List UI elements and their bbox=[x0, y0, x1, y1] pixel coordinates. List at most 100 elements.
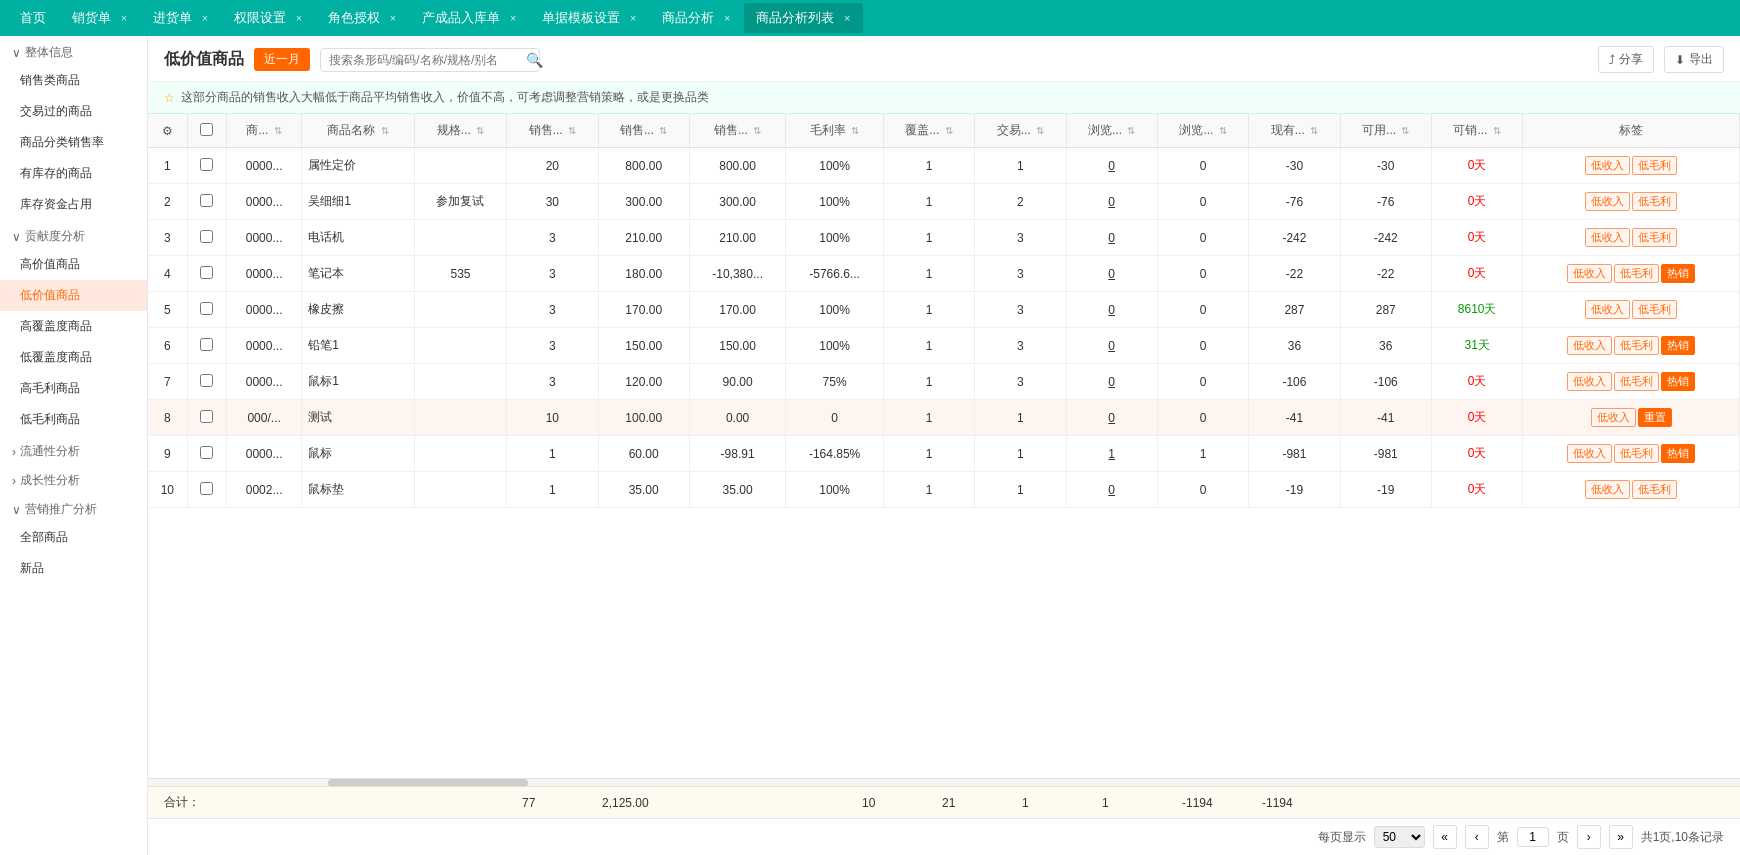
row-check-5[interactable] bbox=[200, 338, 213, 351]
tag-热销[interactable]: 热销 bbox=[1661, 444, 1695, 463]
tag-低毛利[interactable]: 低毛利 bbox=[1632, 300, 1677, 319]
tag-低收入[interactable]: 低收入 bbox=[1585, 300, 1630, 319]
tag-低收入[interactable]: 低收入 bbox=[1591, 408, 1636, 427]
views1-value[interactable]: 0 bbox=[1108, 195, 1115, 209]
select-all-checkbox[interactable] bbox=[200, 123, 213, 136]
col-sales-amt[interactable]: 销售... ⇅ bbox=[598, 114, 689, 148]
row-check-8[interactable] bbox=[200, 446, 213, 459]
next-page-button[interactable]: › bbox=[1577, 825, 1601, 849]
tag-低毛利[interactable]: 低毛利 bbox=[1614, 372, 1659, 391]
horizontal-scrollbar[interactable] bbox=[148, 778, 1740, 786]
share-button[interactable]: ⤴ 分享 bbox=[1598, 46, 1654, 73]
tag-低收入[interactable]: 低收入 bbox=[1585, 192, 1630, 211]
sidebar-item-low-margin[interactable]: 低毛利商品 bbox=[0, 404, 147, 435]
col-trades[interactable]: 交易... ⇅ bbox=[975, 114, 1066, 148]
sidebar-group-general[interactable]: ∨ 整体信息 bbox=[0, 36, 147, 65]
nav-home[interactable]: 首页 bbox=[8, 3, 58, 33]
tag-低收入[interactable]: 低收入 bbox=[1585, 228, 1630, 247]
row-check-6[interactable] bbox=[200, 374, 213, 387]
sidebar-item-high-margin[interactable]: 高毛利商品 bbox=[0, 373, 147, 404]
close-sales-icon[interactable]: × bbox=[121, 12, 127, 24]
row-views1[interactable]: 0 bbox=[1066, 400, 1157, 436]
col-coverage[interactable]: 覆盖... ⇅ bbox=[883, 114, 974, 148]
col-current-stock[interactable]: 现有... ⇅ bbox=[1249, 114, 1340, 148]
sidebar-item-new-products[interactable]: 新品 bbox=[0, 553, 147, 584]
col-code[interactable]: 商... ⇅ bbox=[227, 114, 302, 148]
tag-低收入[interactable]: 低收入 bbox=[1567, 444, 1612, 463]
row-checkbox[interactable] bbox=[187, 292, 226, 328]
sidebar-item-low-value[interactable]: 低价值商品 bbox=[0, 280, 147, 311]
nav-production[interactable]: 产成品入库单 × bbox=[410, 3, 528, 33]
close-roles-icon[interactable]: × bbox=[390, 12, 396, 24]
sidebar-item-high-coverage[interactable]: 高覆盖度商品 bbox=[0, 311, 147, 342]
views1-value[interactable]: 0 bbox=[1108, 231, 1115, 245]
tag-低毛利[interactable]: 低毛利 bbox=[1614, 336, 1659, 355]
col-name[interactable]: 商品名称 ⇅ bbox=[302, 114, 415, 148]
close-production-icon[interactable]: × bbox=[510, 12, 516, 24]
tag-热销[interactable]: 热销 bbox=[1661, 336, 1695, 355]
close-analysis-icon[interactable]: × bbox=[724, 12, 730, 24]
tag-低收入[interactable]: 低收入 bbox=[1585, 480, 1630, 499]
row-checkbox[interactable] bbox=[187, 364, 226, 400]
views1-value[interactable]: 1 bbox=[1108, 447, 1115, 461]
views1-value[interactable]: 0 bbox=[1108, 375, 1115, 389]
tag-低收入[interactable]: 低收入 bbox=[1567, 336, 1612, 355]
row-check-2[interactable] bbox=[200, 230, 213, 243]
nav-permissions[interactable]: 权限设置 × bbox=[222, 3, 314, 33]
nav-sales[interactable]: 销货单 × bbox=[60, 3, 139, 33]
col-margin[interactable]: 毛利率 ⇅ bbox=[786, 114, 883, 148]
sidebar-group-growth[interactable]: › 成长性分析 bbox=[0, 464, 147, 493]
sidebar-group-marketing[interactable]: ∨ 营销推广分析 bbox=[0, 493, 147, 522]
row-views1[interactable]: 0 bbox=[1066, 184, 1157, 220]
row-check-7[interactable] bbox=[200, 410, 213, 423]
sidebar-item-high-value[interactable]: 高价值商品 bbox=[0, 249, 147, 280]
first-page-button[interactable]: « bbox=[1433, 825, 1457, 849]
nav-templates[interactable]: 单据模板设置 × bbox=[530, 3, 648, 33]
row-check-9[interactable] bbox=[200, 482, 213, 495]
row-check-4[interactable] bbox=[200, 302, 213, 315]
tag-低毛利[interactable]: 低毛利 bbox=[1614, 264, 1659, 283]
sidebar-item-sales-products[interactable]: 销售类商品 bbox=[0, 65, 147, 96]
last-page-button[interactable]: » bbox=[1609, 825, 1633, 849]
col-sales-profit[interactable]: 销售... ⇅ bbox=[689, 114, 785, 148]
prev-page-button[interactable]: ‹ bbox=[1465, 825, 1489, 849]
row-views1[interactable]: 0 bbox=[1066, 220, 1157, 256]
nav-analysis-list[interactable]: 商品分析列表 × bbox=[744, 3, 862, 33]
page-size-select[interactable]: 50 100 200 bbox=[1374, 826, 1425, 848]
views1-value[interactable]: 0 bbox=[1108, 267, 1115, 281]
tag-低毛利[interactable]: 低毛利 bbox=[1614, 444, 1659, 463]
col-views1[interactable]: 浏览... ⇅ bbox=[1066, 114, 1157, 148]
col-sales-qty[interactable]: 销售... ⇅ bbox=[507, 114, 598, 148]
row-checkbox[interactable] bbox=[187, 436, 226, 472]
tag-低毛利[interactable]: 低毛利 bbox=[1632, 480, 1677, 499]
tag-热销[interactable]: 热销 bbox=[1661, 264, 1695, 283]
row-checkbox[interactable] bbox=[187, 220, 226, 256]
tag-低收入[interactable]: 低收入 bbox=[1585, 156, 1630, 175]
col-available-stock[interactable]: 可用... ⇅ bbox=[1340, 114, 1431, 148]
tag-低收入[interactable]: 低收入 bbox=[1567, 264, 1612, 283]
row-checkbox[interactable] bbox=[187, 184, 226, 220]
col-sellable[interactable]: 可销... ⇅ bbox=[1431, 114, 1522, 148]
tag-低毛利[interactable]: 低毛利 bbox=[1632, 192, 1677, 211]
sidebar-item-all-products[interactable]: 全部商品 bbox=[0, 522, 147, 553]
tag-低收入[interactable]: 低收入 bbox=[1567, 372, 1612, 391]
views1-value[interactable]: 0 bbox=[1108, 483, 1115, 497]
views1-value[interactable]: 0 bbox=[1108, 339, 1115, 353]
row-checkbox[interactable] bbox=[187, 328, 226, 364]
close-analysis-list-icon[interactable]: × bbox=[844, 12, 850, 24]
row-check-0[interactable] bbox=[200, 158, 213, 171]
row-views1[interactable]: 0 bbox=[1066, 364, 1157, 400]
views1-value[interactable]: 0 bbox=[1108, 303, 1115, 317]
views1-value[interactable]: 0 bbox=[1108, 159, 1115, 173]
sidebar-item-traded[interactable]: 交易过的商品 bbox=[0, 96, 147, 127]
row-check-1[interactable] bbox=[200, 194, 213, 207]
row-checkbox[interactable] bbox=[187, 148, 226, 184]
search-button[interactable]: 🔍 bbox=[526, 52, 543, 68]
row-views1[interactable]: 0 bbox=[1066, 328, 1157, 364]
nav-roles[interactable]: 角色授权 × bbox=[316, 3, 408, 33]
col-settings[interactable]: ⚙ bbox=[148, 114, 187, 148]
tag-热销[interactable]: 热销 bbox=[1661, 372, 1695, 391]
row-checkbox[interactable] bbox=[187, 400, 226, 436]
sidebar-group-contribution[interactable]: ∨ 贡献度分析 bbox=[0, 220, 147, 249]
views1-value[interactable]: 0 bbox=[1108, 411, 1115, 425]
